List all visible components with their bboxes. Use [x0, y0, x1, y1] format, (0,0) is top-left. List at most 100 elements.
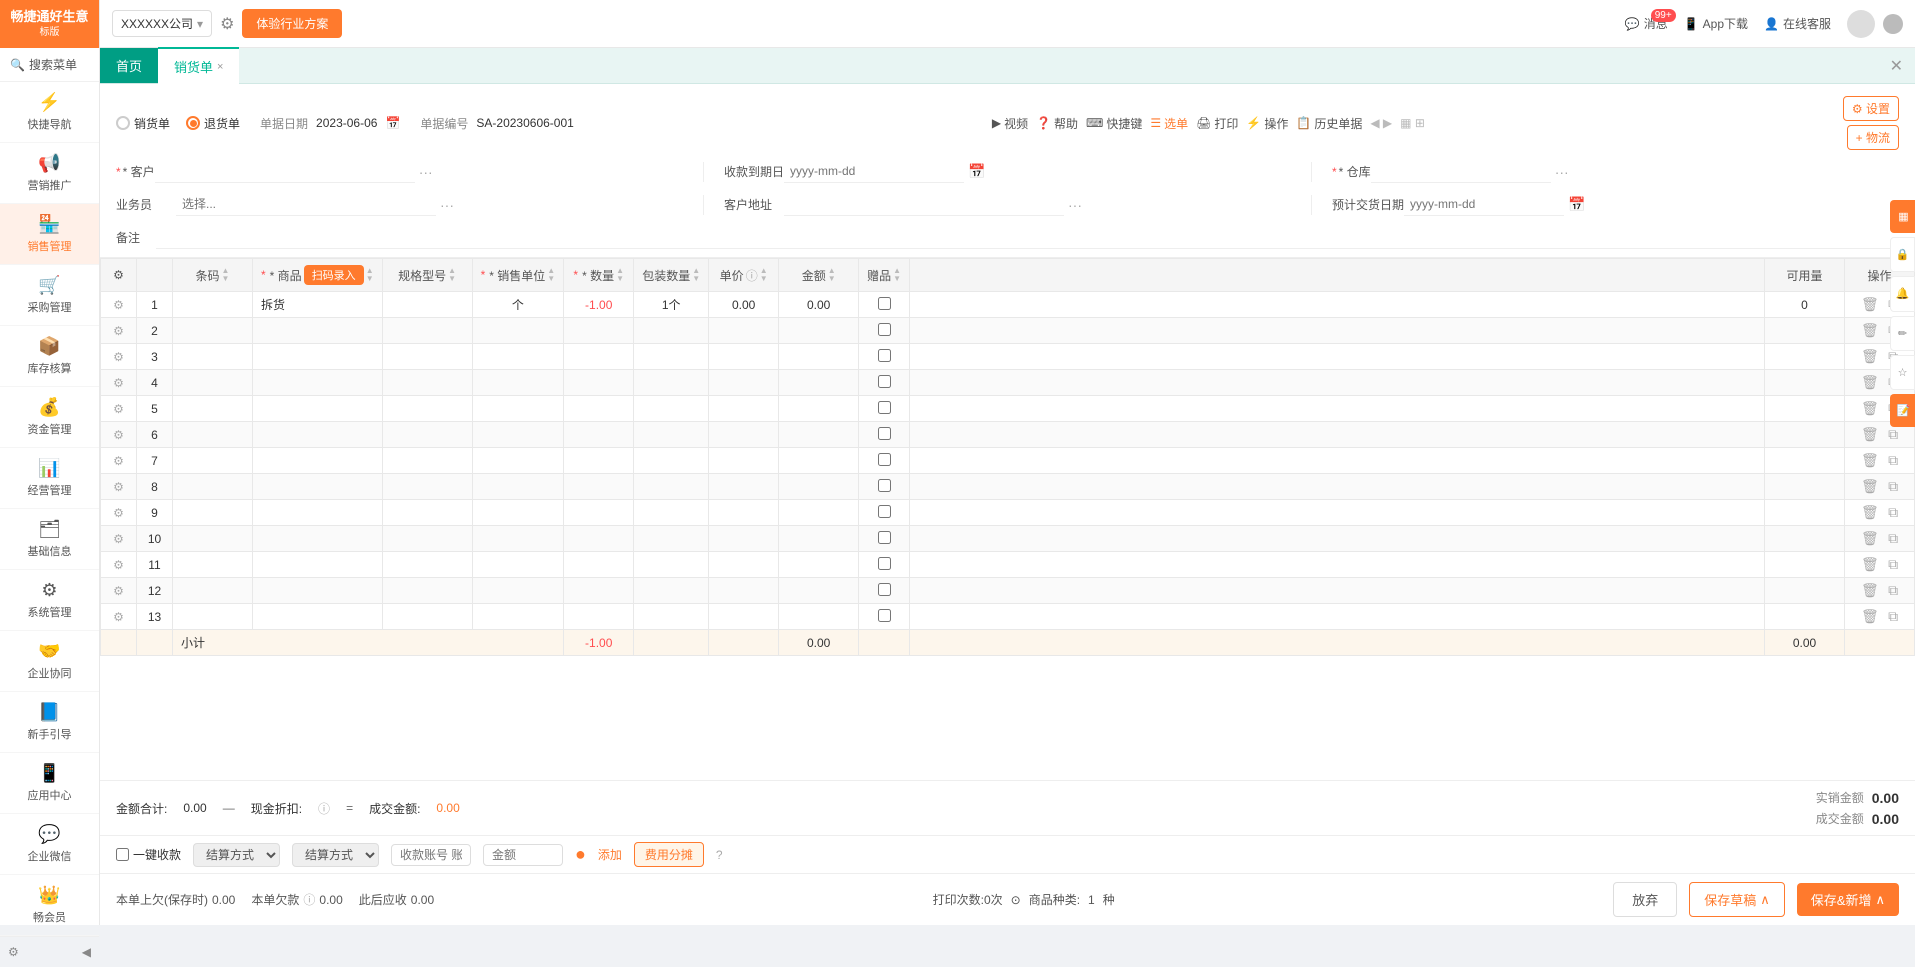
row-barcode-cell[interactable] — [173, 474, 253, 500]
rfloat-item-2[interactable]: 🔒 — [1890, 237, 1915, 272]
row-gift-checkbox[interactable] — [878, 505, 891, 518]
gift-sort-down[interactable]: ▼ — [893, 275, 901, 283]
sidebar-item-sales[interactable]: 🏪 销售管理 — [0, 204, 99, 265]
row-unit-cell[interactable] — [472, 500, 564, 526]
row-gift-cell[interactable] — [859, 292, 910, 318]
row-note-cell[interactable] — [910, 422, 1765, 448]
row-price-cell[interactable] — [709, 448, 779, 474]
row-product-cell[interactable] — [253, 578, 383, 604]
row-qty-cell[interactable] — [564, 344, 634, 370]
row-pkg-cell[interactable]: 1个 — [634, 292, 709, 318]
logistics-button[interactable]: + 物流 — [1847, 125, 1899, 150]
row-settings-icon[interactable]: ⚙ — [113, 480, 124, 494]
row-barcode-cell[interactable] — [173, 422, 253, 448]
barcode-sort-down[interactable]: ▼ — [222, 275, 230, 283]
row-barcode-cell[interactable] — [173, 292, 253, 318]
topbar-gear-icon[interactable]: ⚙ — [220, 14, 234, 34]
row-product-cell[interactable] — [253, 552, 383, 578]
row-price-cell[interactable] — [709, 578, 779, 604]
warehouse-input[interactable]: 建材仓 — [1371, 160, 1551, 183]
sidebar-item-marketing[interactable]: 📢 营销推广 — [0, 143, 99, 204]
row-gift-checkbox[interactable] — [878, 609, 891, 622]
row-pkg-cell[interactable] — [634, 604, 709, 630]
row-barcode-cell[interactable] — [173, 318, 253, 344]
price-info-icon[interactable]: ⓘ — [746, 267, 758, 284]
row-gift-cell[interactable] — [859, 448, 910, 474]
row-note-cell[interactable] — [910, 578, 1765, 604]
row-barcode-cell[interactable] — [173, 344, 253, 370]
save-new-button[interactable]: 保存&新增 ∧ — [1797, 883, 1899, 916]
row-note-cell[interactable] — [910, 318, 1765, 344]
rfloat-item-5[interactable]: ☆ — [1890, 355, 1915, 390]
row-unit-cell[interactable] — [472, 318, 564, 344]
discount-info-icon[interactable]: ⓘ — [318, 800, 330, 817]
row-delete-button[interactable]: 🗑 — [1858, 504, 1882, 521]
row-barcode-cell[interactable] — [173, 604, 253, 630]
sidebar-item-inventory[interactable]: 📦 库存核算 — [0, 326, 99, 387]
row-copy-button[interactable]: ⧉ — [1885, 504, 1901, 521]
row-product-cell[interactable] — [253, 526, 383, 552]
company-selector[interactable]: XXXXXX公司 ▾ — [112, 10, 212, 37]
row-amount-cell[interactable] — [779, 370, 859, 396]
message-button[interactable]: 💬 消息 99+ — [1625, 15, 1668, 32]
notes-input[interactable] — [156, 226, 1899, 249]
row-qty-cell[interactable] — [564, 500, 634, 526]
sidebar-collapse-icon[interactable]: ◀ — [82, 945, 91, 959]
row-price-cell[interactable] — [709, 344, 779, 370]
row-settings-icon[interactable]: ⚙ — [113, 584, 124, 598]
row-spec-cell[interactable] — [382, 318, 472, 344]
doc-debit-info-icon[interactable]: ⓘ — [303, 891, 315, 908]
row-spec-cell[interactable] — [382, 552, 472, 578]
row-gift-checkbox[interactable] — [878, 531, 891, 544]
row-amount-cell[interactable] — [779, 344, 859, 370]
row-amount-cell[interactable] — [779, 578, 859, 604]
row-product-cell[interactable] — [253, 318, 383, 344]
row-amount-cell[interactable] — [779, 500, 859, 526]
sidebar-item-system[interactable]: ⚙ 系统管理 — [0, 570, 99, 631]
row-unit-cell[interactable] — [472, 526, 564, 552]
experience-button[interactable]: 体验行业方案 — [242, 9, 342, 38]
row-pkg-cell[interactable] — [634, 500, 709, 526]
row-settings-icon[interactable]: ⚙ — [113, 454, 124, 468]
customer-more-icon[interactable]: ··· — [415, 164, 437, 180]
tab-close-icon[interactable]: × — [217, 61, 223, 73]
row-note-cell[interactable] — [910, 370, 1765, 396]
sidebar-item-guide[interactable]: 📘 新手引导 — [0, 692, 99, 753]
row-qty-cell[interactable] — [564, 552, 634, 578]
row-copy-button[interactable]: ⧉ — [1885, 452, 1901, 469]
row-unit-cell[interactable] — [472, 552, 564, 578]
row-barcode-cell[interactable] — [173, 526, 253, 552]
row-price-cell[interactable] — [709, 370, 779, 396]
row-amount-cell[interactable] — [779, 396, 859, 422]
payment-account-input[interactable] — [391, 844, 471, 866]
row-qty-cell[interactable] — [564, 448, 634, 474]
row-settings-icon[interactable]: ⚙ — [113, 350, 124, 364]
row-qty-cell[interactable] — [564, 370, 634, 396]
row-price-cell[interactable] — [709, 474, 779, 500]
row-delete-button[interactable]: 🗑 — [1858, 348, 1882, 365]
row-settings-icon[interactable]: ⚙ — [113, 428, 124, 442]
row-unit-cell[interactable] — [472, 474, 564, 500]
sidebar-item-operations[interactable]: 📊 经营管理 — [0, 448, 99, 509]
salesperson-input[interactable] — [176, 193, 436, 216]
sidebar-item-wechat[interactable]: 💬 企业微信 — [0, 814, 99, 875]
row-note-cell[interactable] — [910, 604, 1765, 630]
customer-addr-more-icon[interactable]: ··· — [1064, 197, 1086, 213]
row-barcode-cell[interactable] — [173, 578, 253, 604]
row-delete-button[interactable]: 🗑 — [1858, 530, 1882, 547]
row-pkg-cell[interactable] — [634, 370, 709, 396]
row-product-cell[interactable] — [253, 396, 383, 422]
row-delete-button[interactable]: 🗑 — [1858, 400, 1882, 417]
rfloat-item-4[interactable]: ✏ — [1890, 316, 1915, 351]
action-choose[interactable]: ☰ 选单 — [1150, 115, 1188, 132]
row-unit-cell[interactable] — [472, 578, 564, 604]
row-copy-button[interactable]: ⧉ — [1885, 582, 1901, 599]
row-gift-cell[interactable] — [859, 370, 910, 396]
customer-input[interactable] — [155, 160, 415, 183]
row-gift-checkbox[interactable] — [878, 297, 891, 310]
row-qty-cell[interactable] — [564, 396, 634, 422]
row-pkg-cell[interactable] — [634, 448, 709, 474]
row-gift-cell[interactable] — [859, 604, 910, 630]
row-settings-icon[interactable]: ⚙ — [113, 610, 124, 624]
unit-sort-down[interactable]: ▼ — [547, 275, 555, 283]
